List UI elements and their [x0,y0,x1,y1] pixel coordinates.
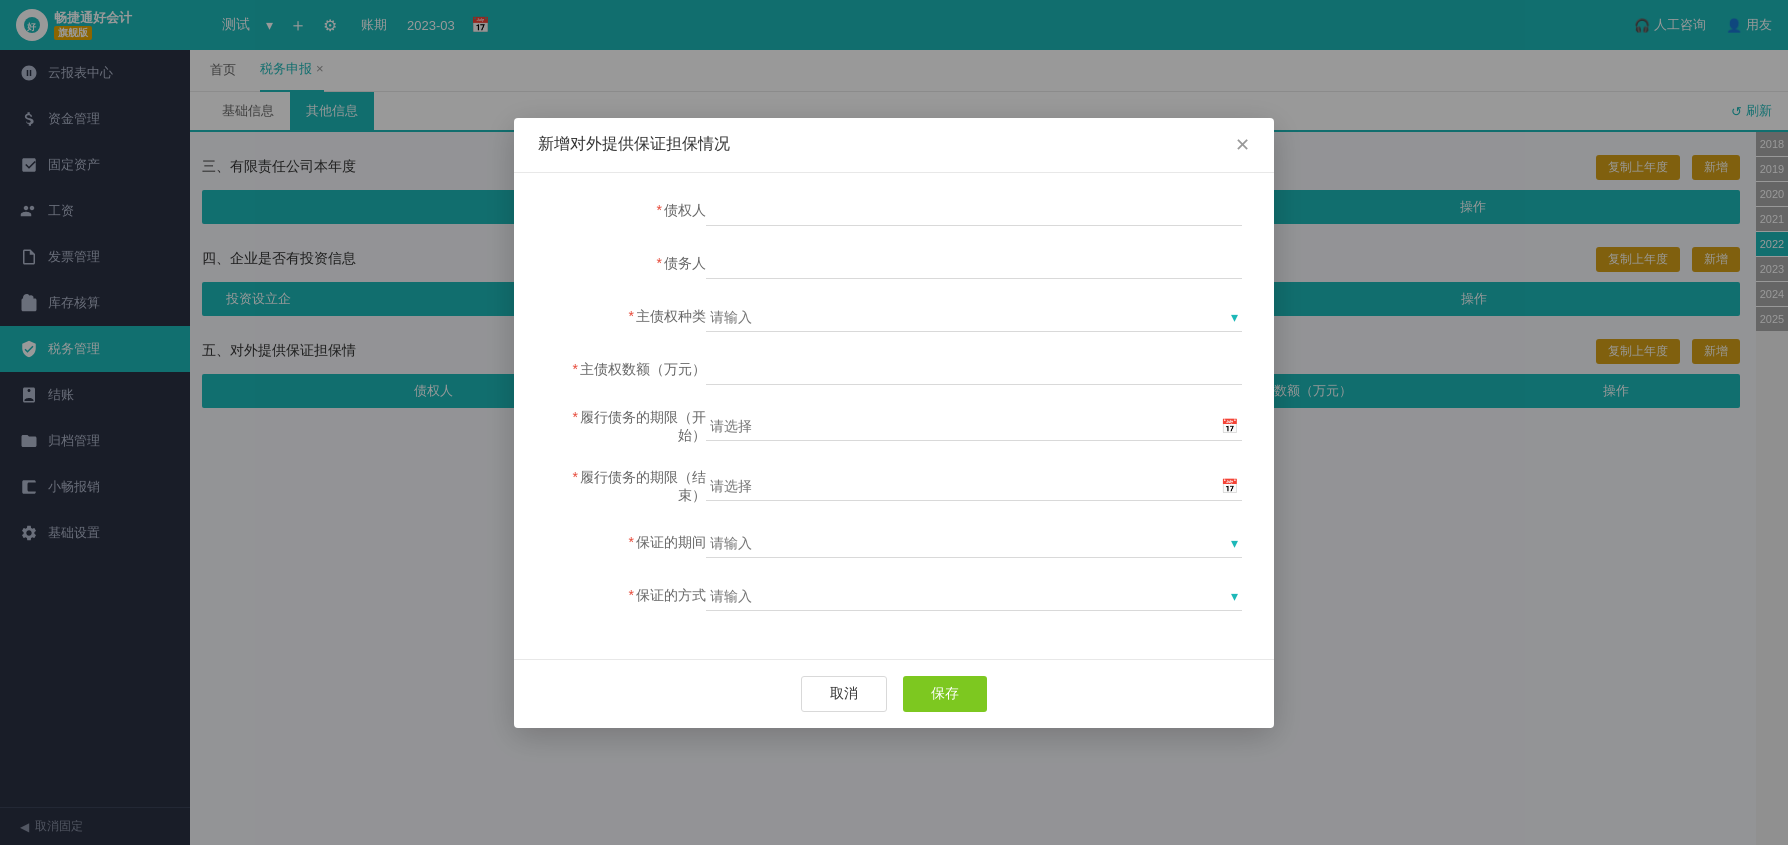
form-row-guarantee-method: *保证的方式 ▾ [546,582,1242,611]
form-row-creditor: *债权人 [546,197,1242,226]
date-wrap-period-end[interactable]: 📅 [706,472,1242,501]
form-row-debtor: *债务人 [546,250,1242,279]
label-creditor: *债权人 [546,202,706,220]
form-row-guarantee-period: *保证的期间 ▾ [546,529,1242,558]
modal-body: *债权人 *债务人 *主债权种类 [514,173,1274,659]
chevron-down-icon-guarantee-method: ▾ [1231,588,1242,604]
form-row-period-end: *履行债务的期限（结束） 📅 [546,469,1242,505]
input-guarantee-method[interactable] [706,582,1231,610]
cancel-button[interactable]: 取消 [801,676,887,712]
label-period-end: *履行债务的期限（结束） [546,469,706,505]
calendar-icon-end: 📅 [1221,478,1242,494]
modal-overlay: 新增对外提供保证担保情况 ✕ *债权人 *债务人 [0,0,1788,845]
input-guarantee-period[interactable] [706,529,1231,557]
label-debtor: *债务人 [546,255,706,273]
select-wrap-claim-type[interactable]: ▾ [706,303,1242,332]
form-row-claim-amount: *主债权数额（万元） [546,356,1242,385]
calendar-icon-start: 📅 [1221,418,1242,434]
form-row-claim-type: *主债权种类 ▾ [546,303,1242,332]
chevron-down-icon-claim-type: ▾ [1231,309,1242,325]
input-debtor[interactable] [706,250,1242,279]
input-wrap-debtor [706,250,1242,279]
input-wrap-creditor [706,197,1242,226]
modal-header: 新增对外提供保证担保情况 ✕ [514,118,1274,173]
input-wrap-claim-amount [706,356,1242,385]
input-period-start[interactable] [706,412,1221,440]
select-wrap-guarantee-method[interactable]: ▾ [706,582,1242,611]
date-wrap-period-start[interactable]: 📅 [706,412,1242,441]
chevron-down-icon-guarantee-period: ▾ [1231,535,1242,551]
modal-title: 新增对外提供保证担保情况 [538,134,730,155]
input-claim-type[interactable] [706,303,1231,331]
label-guarantee-period: *保证的期间 [546,534,706,552]
save-button[interactable]: 保存 [903,676,987,712]
select-wrap-guarantee-period[interactable]: ▾ [706,529,1242,558]
modal-footer: 取消 保存 [514,659,1274,728]
input-period-end[interactable] [706,472,1221,500]
modal-close-btn[interactable]: ✕ [1235,134,1250,156]
input-claim-amount[interactable] [706,356,1242,385]
label-period-start: *履行债务的期限（开始） [546,409,706,445]
label-guarantee-method: *保证的方式 [546,587,706,605]
label-claim-amount: *主债权数额（万元） [546,361,706,379]
input-creditor[interactable] [706,197,1242,226]
modal: 新增对外提供保证担保情况 ✕ *债权人 *债务人 [514,118,1274,728]
form-row-period-start: *履行债务的期限（开始） 📅 [546,409,1242,445]
label-claim-type: *主债权种类 [546,308,706,326]
